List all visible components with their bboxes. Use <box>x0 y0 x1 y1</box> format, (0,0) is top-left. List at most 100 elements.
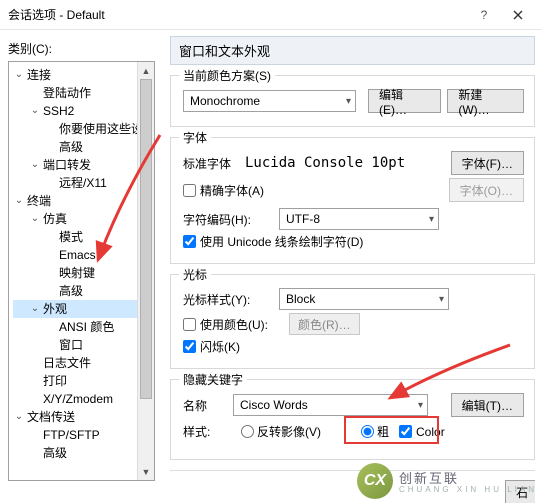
group-cursor-legend: 光标 <box>179 266 211 283</box>
collapse-icon[interactable]: ⌄ <box>13 66 25 84</box>
scroll-up-button[interactable]: ▲ <box>138 62 154 79</box>
tree-item[interactable]: 日志文件 <box>13 354 152 372</box>
group-color-scheme-legend: 当前颜色方案(S) <box>179 67 275 84</box>
chevron-down-icon: ▾ <box>418 400 423 411</box>
tree-item-label: 远程/X11 <box>57 174 109 192</box>
kw-edit-button[interactable]: 编辑(T)… <box>451 393 524 417</box>
tree-item-label: ANSI 颜色 <box>57 318 116 336</box>
collapse-icon[interactable]: ⌄ <box>29 102 41 120</box>
group-color-scheme: 当前颜色方案(S) Monochrome ▾ 编辑(E)… 新建(W)… <box>170 75 535 127</box>
kw-bold-label: 粗 <box>377 423 389 440</box>
color-scheme-value: Monochrome <box>190 94 260 108</box>
scroll-down-button[interactable]: ▼ <box>138 463 154 480</box>
collapse-icon[interactable]: ⌄ <box>13 408 25 426</box>
chevron-down-icon: ▾ <box>439 294 444 305</box>
collapse-icon[interactable]: ⌄ <box>13 192 25 210</box>
color-scheme-combo[interactable]: Monochrome ▾ <box>183 90 356 112</box>
close-button[interactable] <box>503 4 533 26</box>
tree-item[interactable]: ⌄端口转发 <box>13 156 152 174</box>
watermark-text: 创新互联 <box>399 471 459 486</box>
watermark: CX 创新互联 CHUANG XIN HU LIAN <box>357 463 537 499</box>
tree-item[interactable]: X/Y/Zmodem <box>13 390 152 408</box>
kw-name-value: Cisco Words <box>240 398 308 412</box>
group-cursor: 光标 光标样式(Y): Block ▾ 使用颜色(U): 颜色(R)… 闪烁(K… <box>170 274 535 369</box>
left-column: 类别(C): ⌄连接登陆动作⌄SSH2你要使用这些设高级⌄端口转发远程/X11⌄… <box>0 30 160 503</box>
scheme-new-button[interactable]: 新建(W)… <box>447 89 524 113</box>
tree-item[interactable]: 登陆动作 <box>13 84 152 102</box>
category-tree[interactable]: ⌄连接登陆动作⌄SSH2你要使用这些设高级⌄端口转发远程/X11⌄终端⌄仿真模式… <box>8 61 155 481</box>
tree-item[interactable]: ⌄连接 <box>13 66 152 84</box>
tree-item[interactable]: ⌄文档传送 <box>13 408 152 426</box>
tree-item[interactable]: 高级 <box>13 138 152 156</box>
tree-item-label: 映射键 <box>57 264 97 282</box>
cursor-style-value: Block <box>286 292 315 306</box>
encoding-value: UTF-8 <box>286 212 320 226</box>
unicode-lines-label: 使用 Unicode 线条绘制字符(D) <box>200 233 363 250</box>
tree-item-label: 打印 <box>41 372 69 390</box>
tree-item[interactable]: 远程/X11 <box>13 174 152 192</box>
tree-item-label: Emacs <box>57 246 98 264</box>
collapse-icon[interactable]: ⌄ <box>29 210 41 228</box>
tree-item-label: 文档传送 <box>25 408 77 426</box>
tree-item[interactable]: ANSI 颜色 <box>13 318 152 336</box>
unicode-lines-checkbox[interactable]: 使用 Unicode 线条绘制字符(D) <box>183 233 363 250</box>
tree-item-label: 仿真 <box>41 210 69 228</box>
tree-item-label: X/Y/Zmodem <box>41 390 115 408</box>
tree-item-label: 连接 <box>25 66 53 84</box>
kw-name-combo[interactable]: Cisco Words ▾ <box>233 394 428 416</box>
tree-item[interactable]: 高级 <box>13 282 152 300</box>
group-font-legend: 字体 <box>179 129 211 146</box>
alt-font-button: 字体(O)… <box>449 178 524 202</box>
cursor-style-combo[interactable]: Block ▾ <box>279 288 449 310</box>
chevron-down-icon: ▾ <box>429 214 434 225</box>
tree-item[interactable]: 高级 <box>13 444 152 462</box>
tree-item-label: 窗口 <box>57 336 85 354</box>
tree-item[interactable]: FTP/SFTP <box>13 426 152 444</box>
scheme-edit-button[interactable]: 编辑(E)… <box>368 89 441 113</box>
tree-item[interactable]: ⌄SSH2 <box>13 102 152 120</box>
std-font-value: Lucida Console 10pt <box>245 155 445 171</box>
tree-item-label: 终端 <box>25 192 53 210</box>
tree-item-label: 日志文件 <box>41 354 93 372</box>
settings-panel: 窗口和文本外观 当前颜色方案(S) Monochrome ▾ 编辑(E)… 新建… <box>160 30 541 503</box>
std-font-label: 标准字体 <box>183 155 239 172</box>
encoding-label: 字符编码(H): <box>183 211 273 228</box>
tree-item-label: 端口转发 <box>41 156 93 174</box>
encoding-combo[interactable]: UTF-8 ▾ <box>279 208 439 230</box>
tree-item[interactable]: 打印 <box>13 372 152 390</box>
tree-item[interactable]: ⌄外观 <box>13 300 152 318</box>
tree-item[interactable]: ⌄终端 <box>13 192 152 210</box>
group-keywords-legend: 隐藏关键字 <box>179 371 247 388</box>
tree-item[interactable]: 你要使用这些设 <box>13 120 152 138</box>
tree-item[interactable]: Emacs <box>13 246 152 264</box>
kw-invert-radio[interactable]: 反转影像(V) <box>233 423 321 440</box>
cursor-color-button: 颜色(R)… <box>289 313 360 335</box>
tree-scrollbar[interactable]: ▲ ▼ <box>137 62 154 480</box>
panel-heading: 窗口和文本外观 <box>170 36 535 65</box>
std-font-button[interactable]: 字体(F)… <box>451 151 524 175</box>
tree-item-label: FTP/SFTP <box>41 426 102 444</box>
kw-bold-radio[interactable]: 粗 <box>353 423 389 440</box>
collapse-icon[interactable]: ⌄ <box>29 156 41 174</box>
cursor-blink-checkbox[interactable]: 闪烁(K) <box>183 338 240 355</box>
watermark-logo: CX <box>357 463 393 499</box>
tree-item[interactable]: ⌄仿真 <box>13 210 152 228</box>
tree-item-label: 高级 <box>41 444 69 462</box>
tree-item[interactable]: 窗口 <box>13 336 152 354</box>
tree-item[interactable]: 映射键 <box>13 264 152 282</box>
kw-color-checkbox[interactable]: Color <box>399 425 445 439</box>
watermark-subtext: CHUANG XIN HU LIAN <box>399 485 537 494</box>
cursor-blink-label: 闪烁(K) <box>200 338 240 355</box>
window-controls: ? <box>469 4 533 26</box>
help-button[interactable]: ? <box>469 4 499 26</box>
tree-item-label: 外观 <box>41 300 69 318</box>
scroll-thumb[interactable] <box>140 79 152 399</box>
group-font: 字体 标准字体 Lucida Console 10pt 字体(F)… 精确字体(… <box>170 137 535 264</box>
tree-item[interactable]: 模式 <box>13 228 152 246</box>
collapse-icon[interactable]: ⌄ <box>29 300 41 318</box>
exact-font-checkbox[interactable]: 精确字体(A) <box>183 182 264 199</box>
kw-name-label: 名称 <box>183 397 227 414</box>
tree-item-label: 你要使用这些设 <box>57 120 145 138</box>
category-label: 类别(C): <box>8 40 155 57</box>
cursor-use-color-checkbox[interactable]: 使用颜色(U): <box>183 316 283 333</box>
